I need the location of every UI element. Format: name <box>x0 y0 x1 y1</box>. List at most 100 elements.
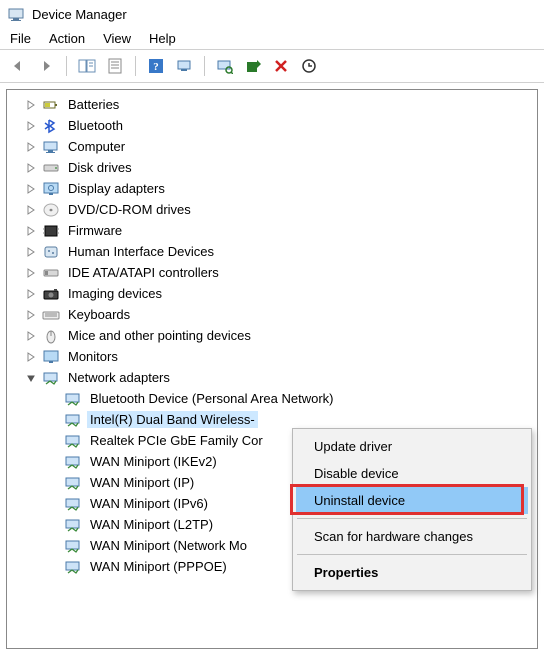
expand-icon[interactable] <box>25 225 37 237</box>
expand-icon[interactable] <box>25 99 37 111</box>
tree-node[interactable]: Imaging devices <box>25 283 537 304</box>
properties-button[interactable] <box>103 54 127 78</box>
context-menu-separator <box>297 554 527 555</box>
net-icon <box>64 538 82 554</box>
show-hide-button[interactable] <box>75 54 99 78</box>
app-icon <box>8 6 24 22</box>
tree-node-label: WAN Miniport (Network Mo <box>87 537 250 554</box>
net-icon <box>42 370 60 386</box>
tree-node-label: WAN Miniport (IKEv2) <box>87 453 220 470</box>
tree-node[interactable]: Display adapters <box>25 178 537 199</box>
tree-node-label: Human Interface Devices <box>65 243 217 260</box>
battery-icon <box>42 97 60 113</box>
help-button[interactable]: ? <box>144 54 168 78</box>
titlebar: Device Manager <box>0 0 544 28</box>
tree-node-label: WAN Miniport (L2TP) <box>87 516 216 533</box>
refresh-button[interactable] <box>172 54 196 78</box>
display-icon <box>42 181 60 197</box>
computer-icon <box>42 139 60 155</box>
expand-icon[interactable] <box>25 288 37 300</box>
tree-node[interactable]: Computer <box>25 136 537 157</box>
collapse-icon[interactable] <box>25 372 37 384</box>
expand-icon[interactable] <box>25 330 37 342</box>
toolbar: ? <box>0 49 544 83</box>
tree-node[interactable]: Batteries <box>25 94 537 115</box>
net-icon <box>64 391 82 407</box>
tree-node-label: Network adapters <box>65 369 173 386</box>
net-icon <box>64 517 82 533</box>
expand-icon[interactable] <box>25 162 37 174</box>
bluetooth-icon <box>42 118 60 134</box>
tree-node-label: DVD/CD-ROM drives <box>65 201 194 218</box>
tree-node[interactable]: Bluetooth Device (Personal Area Network) <box>47 388 537 409</box>
ide-icon <box>42 265 60 281</box>
net-icon <box>64 475 82 491</box>
net-icon <box>64 559 82 575</box>
tree-node-label: Bluetooth <box>65 117 126 134</box>
tree-node-label: Realtek PCIe GbE Family Cor <box>87 432 266 449</box>
tree-node[interactable]: Mice and other pointing devices <box>25 325 537 346</box>
tree-node[interactable]: IDE ATA/ATAPI controllers <box>25 262 537 283</box>
tree-node[interactable]: Human Interface Devices <box>25 241 537 262</box>
delete-button[interactable] <box>269 54 293 78</box>
tree-node-label: Monitors <box>65 348 121 365</box>
tree-node[interactable]: Disk drives <box>25 157 537 178</box>
enable-button[interactable] <box>297 54 321 78</box>
expand-icon[interactable] <box>25 141 37 153</box>
window-title: Device Manager <box>32 7 127 22</box>
net-icon <box>64 412 82 428</box>
imaging-icon <box>42 286 60 302</box>
tree-node-label: Firmware <box>65 222 125 239</box>
menu-help[interactable]: Help <box>149 31 176 46</box>
context-menu: Update driverDisable deviceUninstall dev… <box>292 428 532 591</box>
tree-node-label: WAN Miniport (IPv6) <box>87 495 211 512</box>
expand-icon[interactable] <box>25 120 37 132</box>
tree-node[interactable]: DVD/CD-ROM drives <box>25 199 537 220</box>
expand-icon[interactable] <box>25 309 37 321</box>
expand-icon[interactable] <box>25 351 37 363</box>
tree-node-label: IDE ATA/ATAPI controllers <box>65 264 222 281</box>
scan-button[interactable] <box>213 54 237 78</box>
tree-node[interactable]: Monitors <box>25 346 537 367</box>
tree-node-label: Disk drives <box>65 159 135 176</box>
expand-icon[interactable] <box>25 204 37 216</box>
keyboard-icon <box>42 307 60 323</box>
context-menu-item[interactable]: Uninstall device <box>296 487 528 514</box>
context-menu-item[interactable]: Disable device <box>296 460 528 487</box>
tree-node-label: WAN Miniport (IP) <box>87 474 197 491</box>
back-button[interactable] <box>6 54 30 78</box>
tree-node[interactable]: Firmware <box>25 220 537 241</box>
tree-node[interactable]: Intel(R) Dual Band Wireless- <box>47 409 537 430</box>
toolbar-separator <box>204 56 205 76</box>
expand-icon[interactable] <box>25 267 37 279</box>
tree-node[interactable]: Network adapters <box>25 367 537 388</box>
tree-node-label: Intel(R) Dual Band Wireless- <box>87 411 258 428</box>
menu-file[interactable]: File <box>10 31 31 46</box>
expand-icon[interactable] <box>25 183 37 195</box>
net-icon <box>64 433 82 449</box>
firmware-icon <box>42 223 60 239</box>
forward-button[interactable] <box>34 54 58 78</box>
monitor-icon <box>42 349 60 365</box>
svg-text:?: ? <box>153 61 159 73</box>
disk-icon <box>42 160 60 176</box>
tree-node-label: Display adapters <box>65 180 168 197</box>
cd-icon <box>42 202 60 218</box>
tree-node-label: Computer <box>65 138 128 155</box>
expand-icon[interactable] <box>25 246 37 258</box>
menubar: File Action View Help <box>0 28 544 49</box>
net-icon <box>64 496 82 512</box>
toolbar-separator <box>66 56 67 76</box>
menu-view[interactable]: View <box>103 31 131 46</box>
context-menu-separator <box>297 518 527 519</box>
context-menu-item[interactable]: Scan for hardware changes <box>296 523 528 550</box>
menu-action[interactable]: Action <box>49 31 85 46</box>
tree-node[interactable]: Keyboards <box>25 304 537 325</box>
update-driver-button[interactable] <box>241 54 265 78</box>
tree-node-label: Batteries <box>65 96 122 113</box>
tree-node[interactable]: Bluetooth <box>25 115 537 136</box>
context-menu-item[interactable]: Update driver <box>296 433 528 460</box>
context-menu-item[interactable]: Properties <box>296 559 528 586</box>
mouse-icon <box>42 328 60 344</box>
toolbar-separator <box>135 56 136 76</box>
